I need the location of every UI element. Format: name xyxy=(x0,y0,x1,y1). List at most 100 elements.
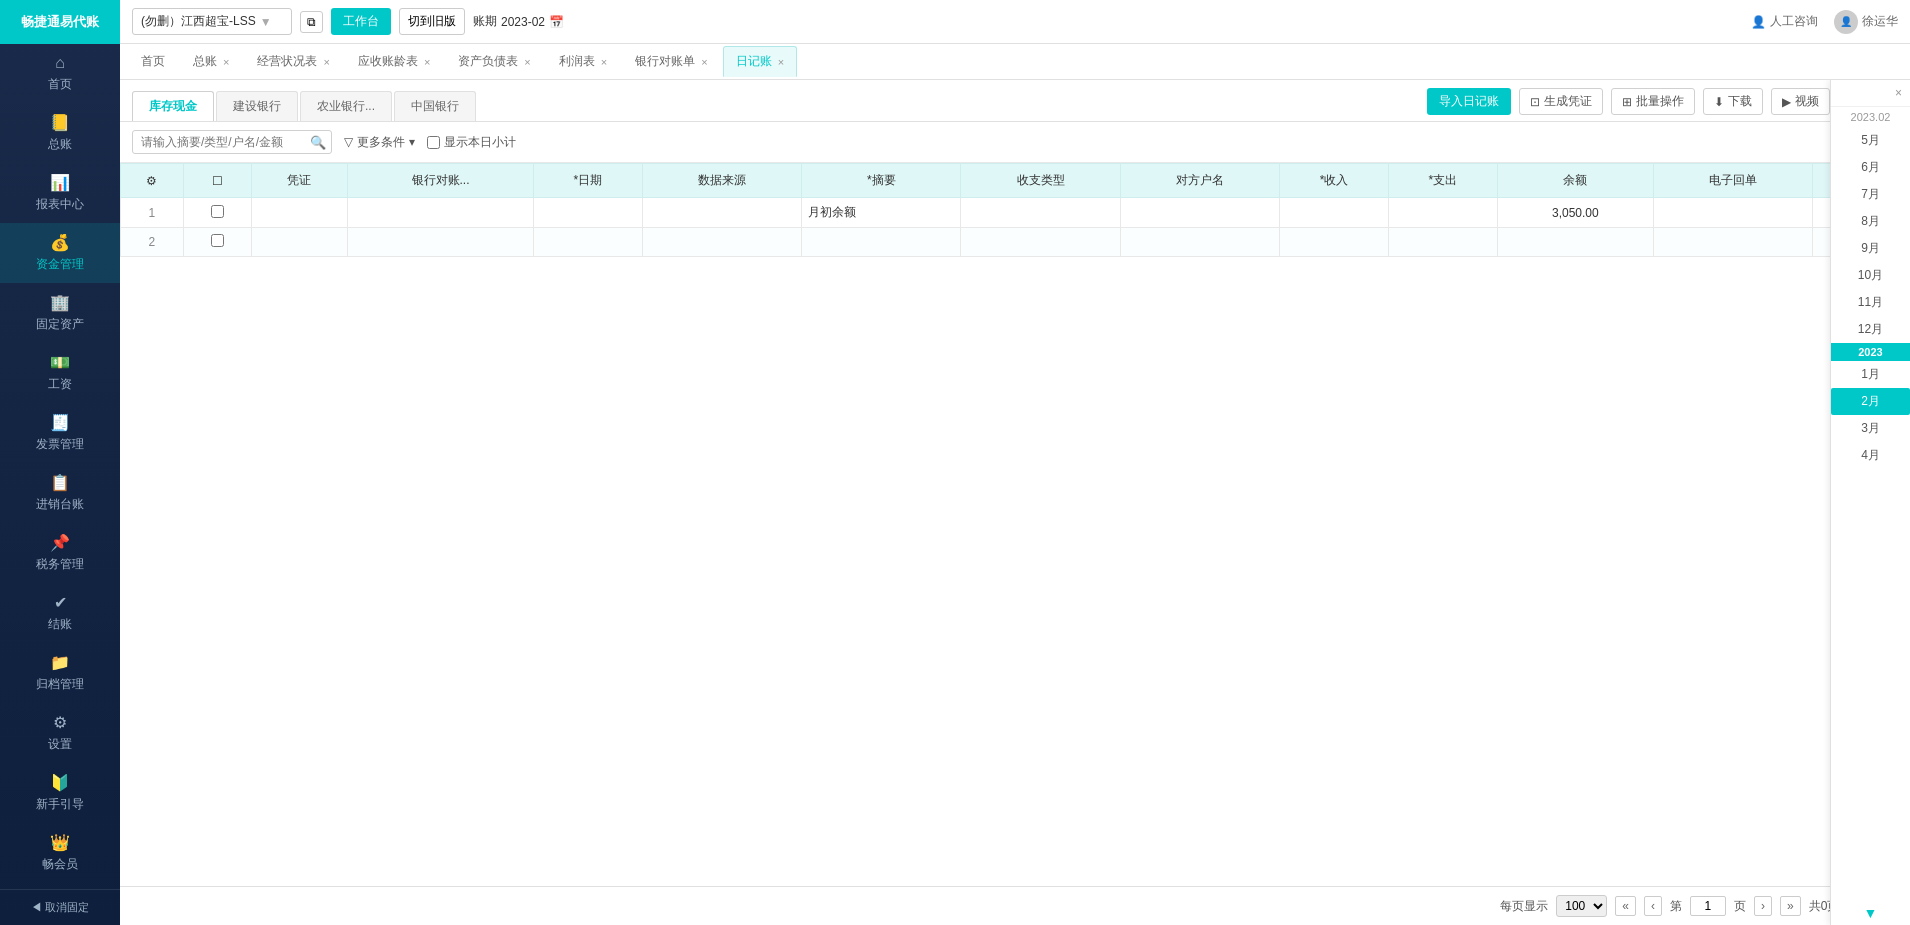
sidebar-item-guide[interactable]: 🔰 新手引导 xyxy=(0,763,120,823)
sidebar-item-sales[interactable]: 📋 进销台账 xyxy=(0,463,120,523)
col-bank-reconcile: 银行对账... xyxy=(348,164,534,198)
sidebar-item-home[interactable]: ⌂ 首页 xyxy=(0,44,120,103)
tab-bizstatus[interactable]: 经营状况表 × xyxy=(244,46,342,77)
tab-assets-close[interactable]: × xyxy=(524,56,530,68)
date-panel-close[interactable]: × xyxy=(1831,80,1910,107)
download-button[interactable]: ⬇ 下载 xyxy=(1703,88,1763,115)
user-label: 徐运华 xyxy=(1862,13,1898,30)
member-icon: 👑 xyxy=(50,833,70,852)
col-settings[interactable]: ⚙ xyxy=(121,164,184,198)
date-month-item[interactable]: 10月 xyxy=(1831,262,1910,289)
subtab-cash[interactable]: 库存现金 xyxy=(132,91,214,121)
sidebar-item-member[interactable]: 👑 畅会员 xyxy=(0,823,120,883)
date-month-item[interactable]: 1月 xyxy=(1831,361,1910,388)
date-month-item[interactable]: 4月 xyxy=(1831,442,1910,469)
per-page-select[interactable]: 100 50 200 xyxy=(1556,895,1607,917)
capital-icon: 💰 xyxy=(50,233,70,252)
sidebar-item-reports[interactable]: 📊 报表中心 xyxy=(0,163,120,223)
tab-journal[interactable]: 日记账 × xyxy=(723,46,797,77)
prev-page-btn[interactable]: ‹ xyxy=(1644,896,1662,916)
more-conditions[interactable]: ▽ 更多条件 ▾ xyxy=(344,134,415,151)
payroll-icon: 💵 xyxy=(50,353,70,372)
first-page-btn[interactable]: « xyxy=(1615,896,1636,916)
subtab-agriculture[interactable]: 农业银行... xyxy=(300,91,392,121)
tab-ledger-label: 总账 xyxy=(193,53,217,70)
sidebar-item-label: 发票管理 xyxy=(36,436,84,453)
subtab-construction[interactable]: 建设银行 xyxy=(216,91,298,121)
tab-receivable-close[interactable]: × xyxy=(424,56,430,68)
tab-ledger-close[interactable]: × xyxy=(223,56,229,68)
show-daily-label[interactable]: 显示本日小计 xyxy=(427,134,516,151)
invoice-icon: 🧾 xyxy=(50,413,70,432)
workbench-button[interactable]: 工作台 xyxy=(331,8,391,35)
date-month-item[interactable]: 8月 xyxy=(1831,208,1910,235)
col-expense: *支出 xyxy=(1388,164,1497,198)
calendar-icon[interactable]: 📅 xyxy=(549,15,564,29)
sales-icon: 📋 xyxy=(50,473,70,492)
sidebar-item-capital[interactable]: 💰 资金管理 xyxy=(0,223,120,283)
topbar: (勿删）江西超宝-LSS ▼ ⧉ 工作台 切到旧版 账期 2023-02 📅 👤… xyxy=(120,0,1910,44)
row-check[interactable] xyxy=(183,228,251,257)
import-journal-button[interactable]: 导入日记账 xyxy=(1427,88,1511,115)
date-month-item[interactable]: 3月 xyxy=(1831,415,1910,442)
sidebar-item-label: 新手引导 xyxy=(36,796,84,813)
date-month-item[interactable]: 9月 xyxy=(1831,235,1910,262)
sidebar-item-ledger[interactable]: 📒 总账 xyxy=(0,103,120,163)
tab-bankreconcile[interactable]: 银行对账单 × xyxy=(622,46,720,77)
col-summary: *摘要 xyxy=(802,164,961,198)
tab-profit-close[interactable]: × xyxy=(601,56,607,68)
next-page-btn[interactable]: › xyxy=(1754,896,1772,916)
subtab-china[interactable]: 中国银行 xyxy=(394,91,476,121)
sidebar-item-archive[interactable]: 📁 归档管理 xyxy=(0,643,120,703)
sidebar-item-assets[interactable]: 🏢 固定资产 xyxy=(0,283,120,343)
download-icon: ⬇ xyxy=(1714,95,1724,109)
col-balance: 余额 xyxy=(1497,164,1653,198)
journal-panel: 库存现金 建设银行 农业银行... 中国银行 导入日记账 ⊡ 生成凭证 ⊞ 批量… xyxy=(120,80,1910,925)
page-label: 第 xyxy=(1670,898,1682,915)
oldver-button[interactable]: 切到旧版 xyxy=(399,8,465,35)
date-nav-down[interactable]: ▼ xyxy=(1831,901,1910,925)
tab-journal-close[interactable]: × xyxy=(778,56,784,68)
video-button[interactable]: ▶ 视频 xyxy=(1771,88,1830,115)
batch-op-button[interactable]: ⊞ 批量操作 xyxy=(1611,88,1695,115)
date-month-item[interactable]: 5月 xyxy=(1831,127,1910,154)
journal-table-wrap: ⚙ ☐ 凭证 银行对账... *日期 数据来源 *摘要 收支类型 对方户名 *收… xyxy=(120,163,1910,886)
row-check[interactable] xyxy=(183,198,251,228)
date-month-item[interactable]: 7月 xyxy=(1831,181,1910,208)
date-month-item-active[interactable]: 2月 xyxy=(1831,388,1910,415)
tab-receivable[interactable]: 应收账龄表 × xyxy=(345,46,443,77)
tab-ledger[interactable]: 总账 × xyxy=(180,46,242,77)
tab-bankreconcile-close[interactable]: × xyxy=(701,56,707,68)
date-month-item[interactable]: 12月 xyxy=(1831,316,1910,343)
col-check[interactable]: ☐ xyxy=(183,164,251,198)
show-daily-checkbox[interactable] xyxy=(427,136,440,149)
sidebar-item-invoice[interactable]: 🧾 发票管理 xyxy=(0,403,120,463)
tab-assets[interactable]: 资产负债表 × xyxy=(445,46,543,77)
sidebar-unpin[interactable]: ◀ 取消固定 xyxy=(0,889,120,925)
sidebar-item-settings[interactable]: ⚙ 设置 xyxy=(0,703,120,763)
sidebar-item-closing[interactable]: ✔ 结账 xyxy=(0,583,120,643)
company-selector[interactable]: (勿删）江西超宝-LSS ▼ xyxy=(132,8,292,35)
user-menu[interactable]: 👤 徐运华 xyxy=(1834,10,1898,34)
page-input[interactable] xyxy=(1690,896,1726,916)
date-month-item[interactable]: 11月 xyxy=(1831,289,1910,316)
generate-voucher-button[interactable]: ⊡ 生成凭证 xyxy=(1519,88,1603,115)
tab-profit[interactable]: 利润表 × xyxy=(546,46,620,77)
sidebar-item-label: 首页 xyxy=(48,76,72,93)
sidebar-item-tax[interactable]: 📌 税务管理 xyxy=(0,523,120,583)
search-input[interactable] xyxy=(132,130,332,154)
sidebar: 畅捷通易代账 ⌂ 首页 📒 总账 📊 报表中心 💰 资金管理 🏢 固定资产 💵 … xyxy=(0,0,120,925)
tab-bizstatus-close[interactable]: × xyxy=(323,56,329,68)
tab-home[interactable]: 首页 xyxy=(128,46,178,77)
row-bank-reconcile xyxy=(348,198,534,228)
tab-bankreconcile-label: 银行对账单 xyxy=(635,53,695,70)
copy-button[interactable]: ⧉ xyxy=(300,11,323,33)
col-income: *收入 xyxy=(1280,164,1389,198)
row-payment-type xyxy=(961,228,1120,257)
sidebar-item-payroll[interactable]: 💵 工资 xyxy=(0,343,120,403)
date-year-label-prev: 2023.02 xyxy=(1831,107,1910,127)
last-page-btn[interactable]: » xyxy=(1780,896,1801,916)
tab-assets-label: 资产负债表 xyxy=(458,53,518,70)
support-link[interactable]: 👤 人工咨询 xyxy=(1751,13,1818,30)
date-month-item[interactable]: 6月 xyxy=(1831,154,1910,181)
